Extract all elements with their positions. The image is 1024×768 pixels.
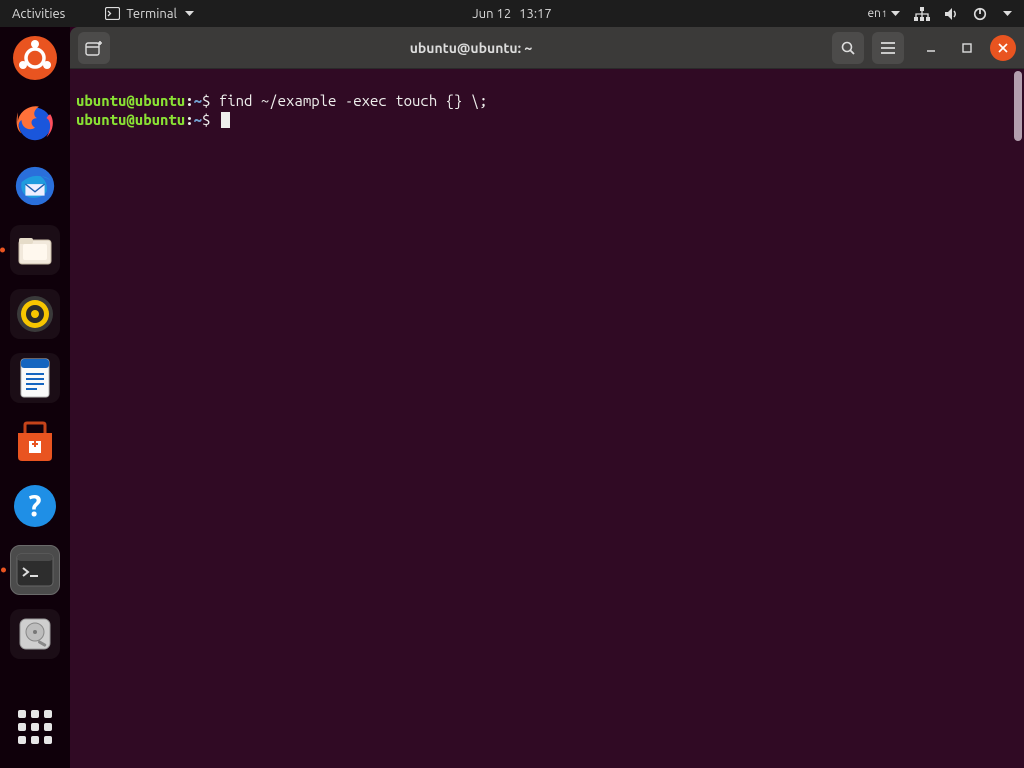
caret-down-icon <box>1003 11 1012 17</box>
dock-terminal-icon[interactable] <box>10 545 60 595</box>
hamburger-menu-button[interactable] <box>872 32 904 64</box>
network-icon[interactable] <box>914 7 930 21</box>
dock-disk-icon[interactable] <box>10 609 60 659</box>
prompt-path: ~ <box>194 92 202 109</box>
search-button[interactable] <box>832 32 864 64</box>
top-bar: Activities Terminal Jun 12 13:17 en1 <box>0 0 1024 27</box>
prompt-user: ubuntu@ubuntu <box>76 92 185 109</box>
caret-down-icon <box>891 11 900 17</box>
input-source-indicator[interactable]: en1 <box>867 7 900 20</box>
volume-icon[interactable] <box>944 7 959 21</box>
time-label: 13:17 <box>519 7 552 21</box>
search-icon <box>840 40 856 56</box>
dock-ubuntu-icon[interactable] <box>10 33 60 83</box>
lang-label: en <box>867 7 880 20</box>
maximize-button[interactable] <box>954 35 980 61</box>
clock[interactable]: Jun 12 13:17 <box>472 7 551 21</box>
dock-firefox-icon[interactable] <box>10 97 60 147</box>
title-bar: ubuntu@ubuntu: ~ <box>70 27 1024 69</box>
new-tab-button[interactable] <box>78 32 110 64</box>
new-tab-icon <box>85 40 103 56</box>
power-icon[interactable] <box>973 7 987 21</box>
prompt-colon: : <box>185 92 193 109</box>
close-button[interactable] <box>990 35 1016 61</box>
dock-files-icon[interactable] <box>10 225 60 275</box>
minimize-button[interactable] <box>918 35 944 61</box>
dock-rhythmbox-icon[interactable] <box>10 289 60 339</box>
dock-help-icon[interactable]: ? <box>10 481 60 531</box>
command-line-2 <box>210 111 218 128</box>
prompt-user: ubuntu@ubuntu <box>76 111 185 128</box>
scrollbar-thumb[interactable] <box>1014 71 1022 141</box>
dock-thunderbird-icon[interactable] <box>10 161 60 211</box>
app-menu-label: Terminal <box>126 7 177 21</box>
prompt-path: ~ <box>194 111 202 128</box>
lang-sub: 1 <box>882 9 887 19</box>
terminal-body[interactable]: ubuntu@ubuntu:~$ find ~/example -exec to… <box>70 69 1024 768</box>
window-title: ubuntu@ubuntu: ~ <box>118 40 824 56</box>
dock-writer-icon[interactable] <box>10 353 60 403</box>
app-menu-button[interactable]: Terminal <box>95 7 204 21</box>
dock: ? <box>0 27 70 768</box>
date-label: Jun 12 <box>472 7 511 21</box>
cursor <box>221 112 230 128</box>
dock-software-icon[interactable] <box>10 417 60 467</box>
svg-text:?: ? <box>28 488 41 522</box>
prompt-colon: : <box>185 111 193 128</box>
hamburger-icon <box>880 41 896 55</box>
minimize-icon <box>925 42 937 54</box>
maximize-icon <box>961 42 973 54</box>
terminal-window: ubuntu@ubuntu: ~ ubuntu@ubuntu:~$ find ~… <box>70 27 1024 768</box>
close-icon <box>997 42 1009 54</box>
activities-button[interactable]: Activities <box>0 7 77 21</box>
caret-down-icon <box>185 11 194 17</box>
terminal-app-icon <box>105 7 120 20</box>
show-applications-button[interactable] <box>10 702 60 752</box>
command-line-1: find ~/example -exec touch {} \; <box>210 92 487 109</box>
